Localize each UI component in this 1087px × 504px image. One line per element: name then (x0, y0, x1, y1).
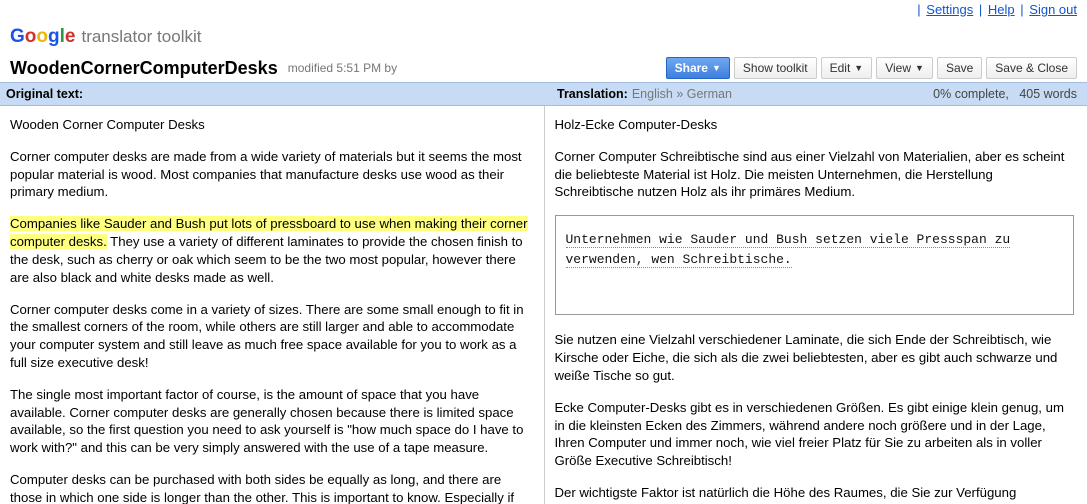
target-paragraph: Sie nutzen eine Vielzahl verschiedener L… (555, 331, 1075, 384)
target-paragraph: Corner Computer Schreibtische sind aus e… (555, 148, 1075, 201)
toolbar: Share▼ Show toolkit Edit▼ View▼ Save Sav… (666, 57, 1077, 79)
view-menu-button[interactable]: View▼ (876, 57, 933, 79)
translation-editor[interactable]: Unternehmen wie Sauder und Bush setzen v… (555, 215, 1075, 315)
original-text-header: Original text: (0, 87, 551, 101)
word-count: 405 words (1019, 87, 1077, 101)
settings-link[interactable]: Settings (926, 2, 973, 17)
target-paragraph: Ecke Computer-Desks gibt es in verschied… (555, 399, 1075, 470)
google-logo: Google (10, 26, 75, 48)
target-pane[interactable]: Holz-Ecke Computer-Desks Corner Computer… (545, 106, 1087, 504)
document-meta: modified 5:51 PM by (288, 61, 397, 75)
save-button[interactable]: Save (937, 57, 982, 79)
source-paragraph: Companies like Sauder and Bush put lots … (10, 215, 530, 286)
signout-link[interactable]: Sign out (1029, 2, 1077, 17)
app-title-row: Google translator toolkit (0, 20, 1087, 54)
completion-percent: 0% complete, (933, 87, 1009, 101)
source-paragraph: Corner computer desks come in a variety … (10, 301, 530, 372)
document-bar: WoodenCornerComputerDesks modified 5:51 … (0, 54, 1087, 82)
source-title: Wooden Corner Computer Desks (10, 116, 530, 134)
translation-stats: 0% complete, 405 words (933, 87, 1087, 101)
pane-header-bar: Original text: Translation: English » Ge… (0, 82, 1087, 106)
source-paragraph: Computer desks can be purchased with bot… (10, 471, 530, 504)
top-nav: | Settings | Help | Sign out (0, 0, 1087, 20)
target-title: Holz-Ecke Computer-Desks (555, 116, 1075, 134)
chevron-down-icon: ▼ (915, 63, 924, 73)
app-subtitle: translator toolkit (81, 27, 201, 47)
chevron-down-icon: ▼ (854, 63, 863, 73)
share-dropdown-icon: ▼ (712, 63, 721, 73)
help-link[interactable]: Help (988, 2, 1015, 17)
source-pane[interactable]: Wooden Corner Computer Desks Corner comp… (0, 106, 545, 504)
source-paragraph: Corner computer desks are made from a wi… (10, 148, 530, 201)
translation-header-label: Translation: (557, 87, 628, 101)
target-paragraph: Der wichtigste Faktor ist natürlich die … (555, 484, 1075, 502)
save-close-button[interactable]: Save & Close (986, 57, 1077, 79)
language-pair: English » German (632, 87, 732, 101)
document-title: WoodenCornerComputerDesks (10, 58, 278, 79)
share-button[interactable]: Share▼ (666, 57, 730, 79)
edit-menu-button[interactable]: Edit▼ (821, 57, 873, 79)
show-toolkit-button[interactable]: Show toolkit (734, 57, 817, 79)
source-paragraph: The single most important factor of cour… (10, 386, 530, 457)
